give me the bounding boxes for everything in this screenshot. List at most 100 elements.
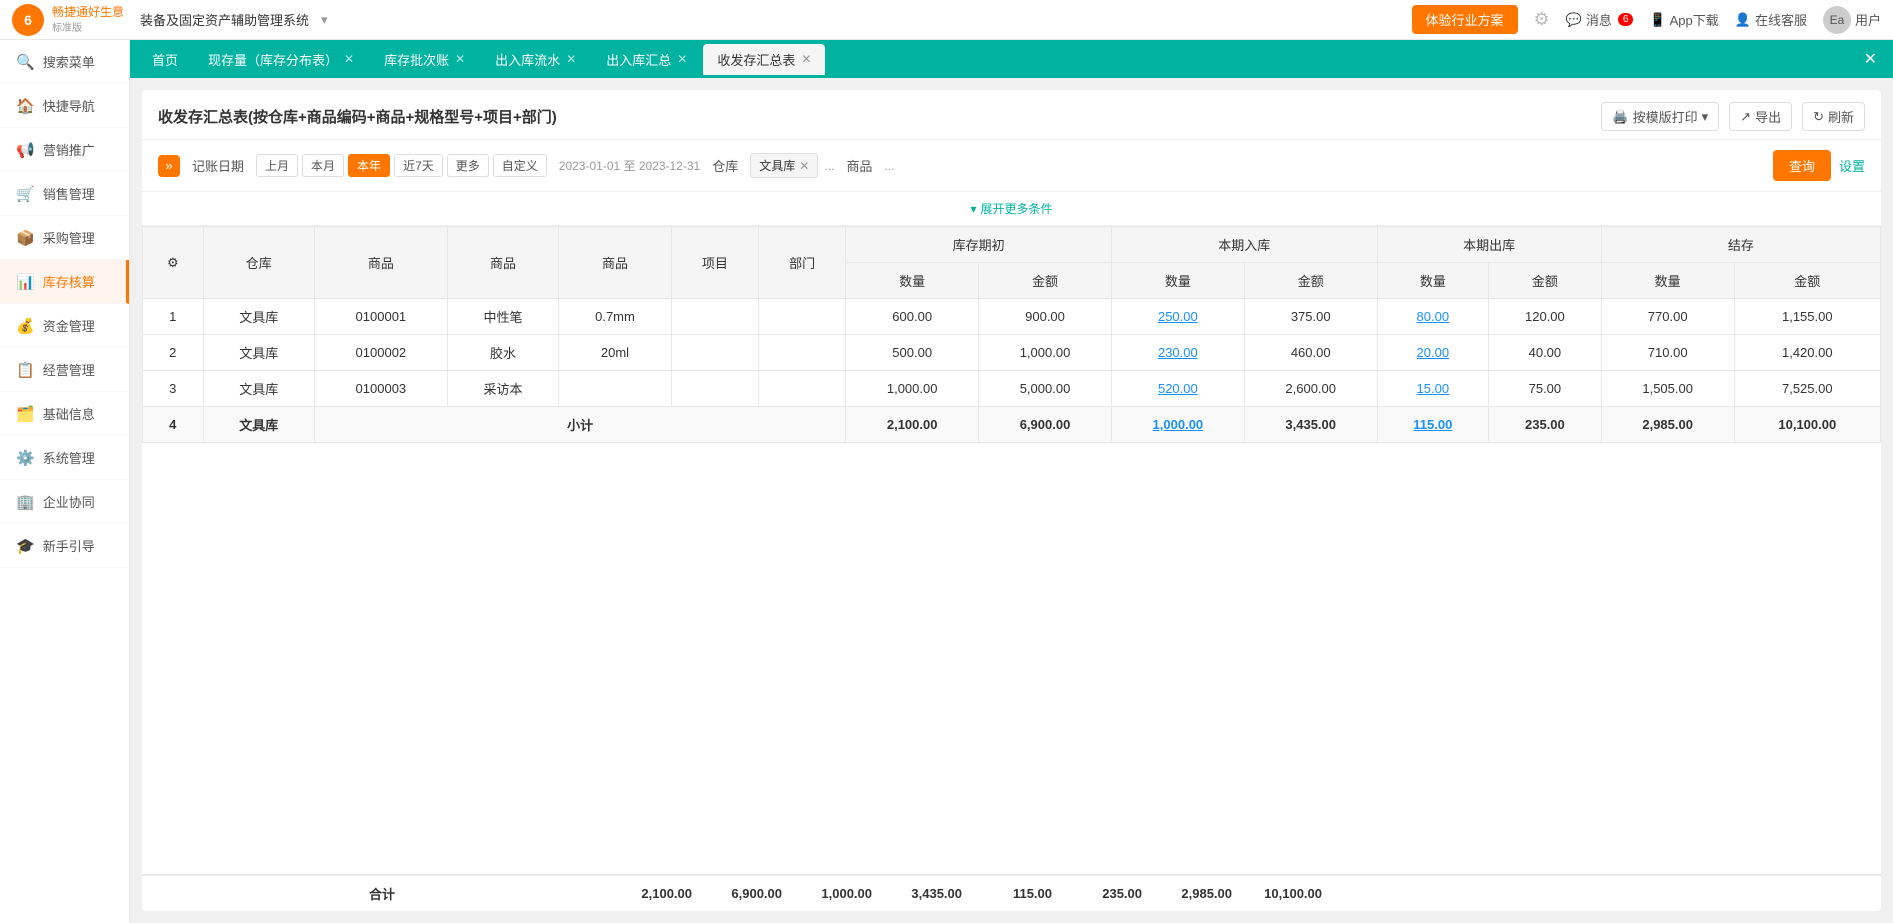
filter-expand-button[interactable]: » [158, 155, 180, 177]
row-no: 1 [143, 299, 204, 335]
export-button[interactable]: ↗ 导出 [1729, 102, 1792, 131]
tab-inventory-dist[interactable]: 现存量（库存分布表） ✕ [194, 44, 368, 75]
row-dept [759, 299, 846, 335]
row-spec: 20ml [559, 335, 672, 371]
date-btn-this-year[interactable]: 本年 [348, 154, 390, 177]
row-in-qty[interactable]: 250.00 [1111, 299, 1244, 335]
guide-icon: 🎓 [16, 537, 35, 555]
tab-close-inout-flow[interactable]: ✕ [566, 52, 576, 66]
date-btn-last-month[interactable]: 上月 [256, 154, 298, 177]
col-spec-header: 商品 [559, 227, 672, 299]
total-open-qty: 2,100.00 [612, 886, 702, 901]
system-title-dropdown[interactable]: ▾ [321, 12, 328, 28]
table-wrapper: ⚙ 仓库 商品 商品 [142, 226, 1881, 874]
row-warehouse: 文具库 [203, 299, 314, 335]
col-bal-amt-header: 金额 [1734, 263, 1880, 299]
tab-home[interactable]: 首页 [138, 44, 192, 75]
app-download-label: App下载 [1670, 10, 1719, 29]
main-container: 🔍 搜索菜单 🏠 快捷导航 📢 营销推广 🛒 销售管理 📦 采购管理 📊 库存核… [0, 40, 1893, 923]
row-dept [759, 371, 846, 407]
row-open-amt: 5,000.00 [979, 371, 1112, 407]
tab-close-inout-summary[interactable]: ✕ [677, 52, 687, 66]
top-header: 6 畅捷通好生意 标准版 装备及固定资产辅助管理系统 ▾ 体验行业方案 ⚙ 💬 … [0, 0, 1893, 40]
sidebar-item-purchase[interactable]: 📦 采购管理 [0, 216, 129, 260]
sub-open-qty: 2,100.00 [846, 407, 979, 443]
row-out-qty[interactable]: 20.00 [1377, 335, 1488, 371]
query-button[interactable]: 查询 [1773, 150, 1831, 181]
sales-icon: 🛒 [16, 185, 35, 203]
sidebar-label-marketing: 营销推广 [43, 140, 95, 159]
tab-inout-summary[interactable]: 出入库汇总 ✕ [592, 44, 701, 75]
tab-close-inventory-dist[interactable]: ✕ [344, 52, 354, 66]
date-buttons: 上月 本月 本年 近7天 更多 自定义 [256, 154, 547, 177]
tab-close-recv-send[interactable]: ✕ [801, 52, 811, 66]
gear-button[interactable]: ⚙ [1534, 9, 1550, 30]
system-title: 装备及固定资产辅助管理系统 [140, 10, 309, 29]
warehouse-more-btn[interactable]: ... [824, 159, 834, 173]
print-dropdown-icon: ▾ [1702, 109, 1709, 125]
sidebar-item-inventory[interactable]: 📊 库存核算 [0, 260, 129, 304]
warehouse-tag: 文具库 ✕ [750, 153, 818, 178]
sub-in-qty[interactable]: 1,000.00 [1111, 407, 1244, 443]
date-btn-this-month[interactable]: 本月 [302, 154, 344, 177]
date-btn-custom[interactable]: 自定义 [493, 154, 547, 177]
user-item[interactable]: Ea 用户 [1823, 6, 1881, 34]
tab-recv-send[interactable]: 收发存汇总表 ✕ [703, 44, 825, 75]
row-spec [559, 371, 672, 407]
inventory-icon: 📊 [16, 273, 35, 291]
message-label: 消息 [1586, 10, 1612, 29]
date-btn-7days[interactable]: 近7天 [394, 154, 443, 177]
settings-link[interactable]: 设置 [1839, 156, 1865, 175]
row-out-qty[interactable]: 80.00 [1377, 299, 1488, 335]
date-range-text: 2023-01-01 至 2023-12-31 [559, 157, 700, 174]
tab-close-batch-ledger[interactable]: ✕ [455, 52, 465, 66]
col-settings-header[interactable]: ⚙ [143, 227, 204, 299]
message-item[interactable]: 💬 消息 6 [1566, 10, 1634, 29]
refresh-button[interactable]: ↻ 刷新 [1802, 102, 1865, 131]
online-service-item[interactable]: 👤 在线客服 [1735, 10, 1807, 29]
sidebar-item-marketing[interactable]: 📢 营销推广 [0, 128, 129, 172]
row-in-amt: 2,600.00 [1244, 371, 1377, 407]
expand-more-row: ▾ 展开更多条件 [142, 192, 1881, 226]
col-in-amt-header: 金额 [1244, 263, 1377, 299]
sidebar-item-operations[interactable]: 📋 经营管理 [0, 348, 129, 392]
col-settings-icon[interactable]: ⚙ [167, 255, 179, 270]
row-project [671, 335, 758, 371]
app-download-item[interactable]: 📱 App下载 [1649, 10, 1718, 29]
sidebar-item-company[interactable]: 🏢 企业协同 [0, 480, 129, 524]
sidebar-item-quick-nav[interactable]: 🏠 快捷导航 [0, 84, 129, 128]
goods-more-btn[interactable]: ... [884, 159, 894, 173]
row-out-amt: 40.00 [1489, 335, 1602, 371]
col-opening-header: 库存期初 [846, 227, 1112, 263]
row-dept [759, 335, 846, 371]
warehouse-tag-close[interactable]: ✕ [799, 159, 809, 173]
tab-bar-close-all[interactable]: ✕ [1856, 49, 1885, 69]
sidebar-item-system[interactable]: ⚙️ 系统管理 [0, 436, 129, 480]
sub-no: 4 [143, 407, 204, 443]
sidebar-item-basic[interactable]: 🗂️ 基础信息 [0, 392, 129, 436]
sidebar-item-guide[interactable]: 🎓 新手引导 [0, 524, 129, 568]
tab-inout-flow[interactable]: 出入库流水 ✕ [481, 44, 590, 75]
logo-icon: 6 [12, 4, 44, 36]
row-in-qty[interactable]: 520.00 [1111, 371, 1244, 407]
col-open-qty-header: 数量 [846, 263, 979, 299]
date-range-block: 2023-01-01 至 2023-12-31 [559, 157, 700, 174]
row-out-qty[interactable]: 15.00 [1377, 371, 1488, 407]
date-btn-more[interactable]: 更多 [447, 154, 489, 177]
col-code-header: 商品 [314, 227, 447, 299]
sub-bal-amt: 10,100.00 [1734, 407, 1880, 443]
row-in-qty[interactable]: 230.00 [1111, 335, 1244, 371]
finance-icon: 💰 [16, 317, 35, 335]
print-button[interactable]: 🖨️ 按模版打印 ▾ [1601, 102, 1719, 131]
expand-more-button[interactable]: ▾ 展开更多条件 [970, 200, 1052, 217]
sidebar-label-quick-nav: 快捷导航 [43, 96, 95, 115]
sidebar-item-search[interactable]: 🔍 搜索菜单 [0, 40, 129, 84]
trial-button[interactable]: 体验行业方案 [1412, 5, 1518, 34]
refresh-icon: ↻ [1813, 109, 1824, 125]
sidebar-item-finance[interactable]: 💰 资金管理 [0, 304, 129, 348]
sidebar-item-sales[interactable]: 🛒 销售管理 [0, 172, 129, 216]
sub-out-qty[interactable]: 115.00 [1377, 407, 1488, 443]
tab-batch-ledger[interactable]: 库存批次账 ✕ [370, 44, 479, 75]
row-project [671, 371, 758, 407]
col-out-amt-header: 金额 [1489, 263, 1602, 299]
